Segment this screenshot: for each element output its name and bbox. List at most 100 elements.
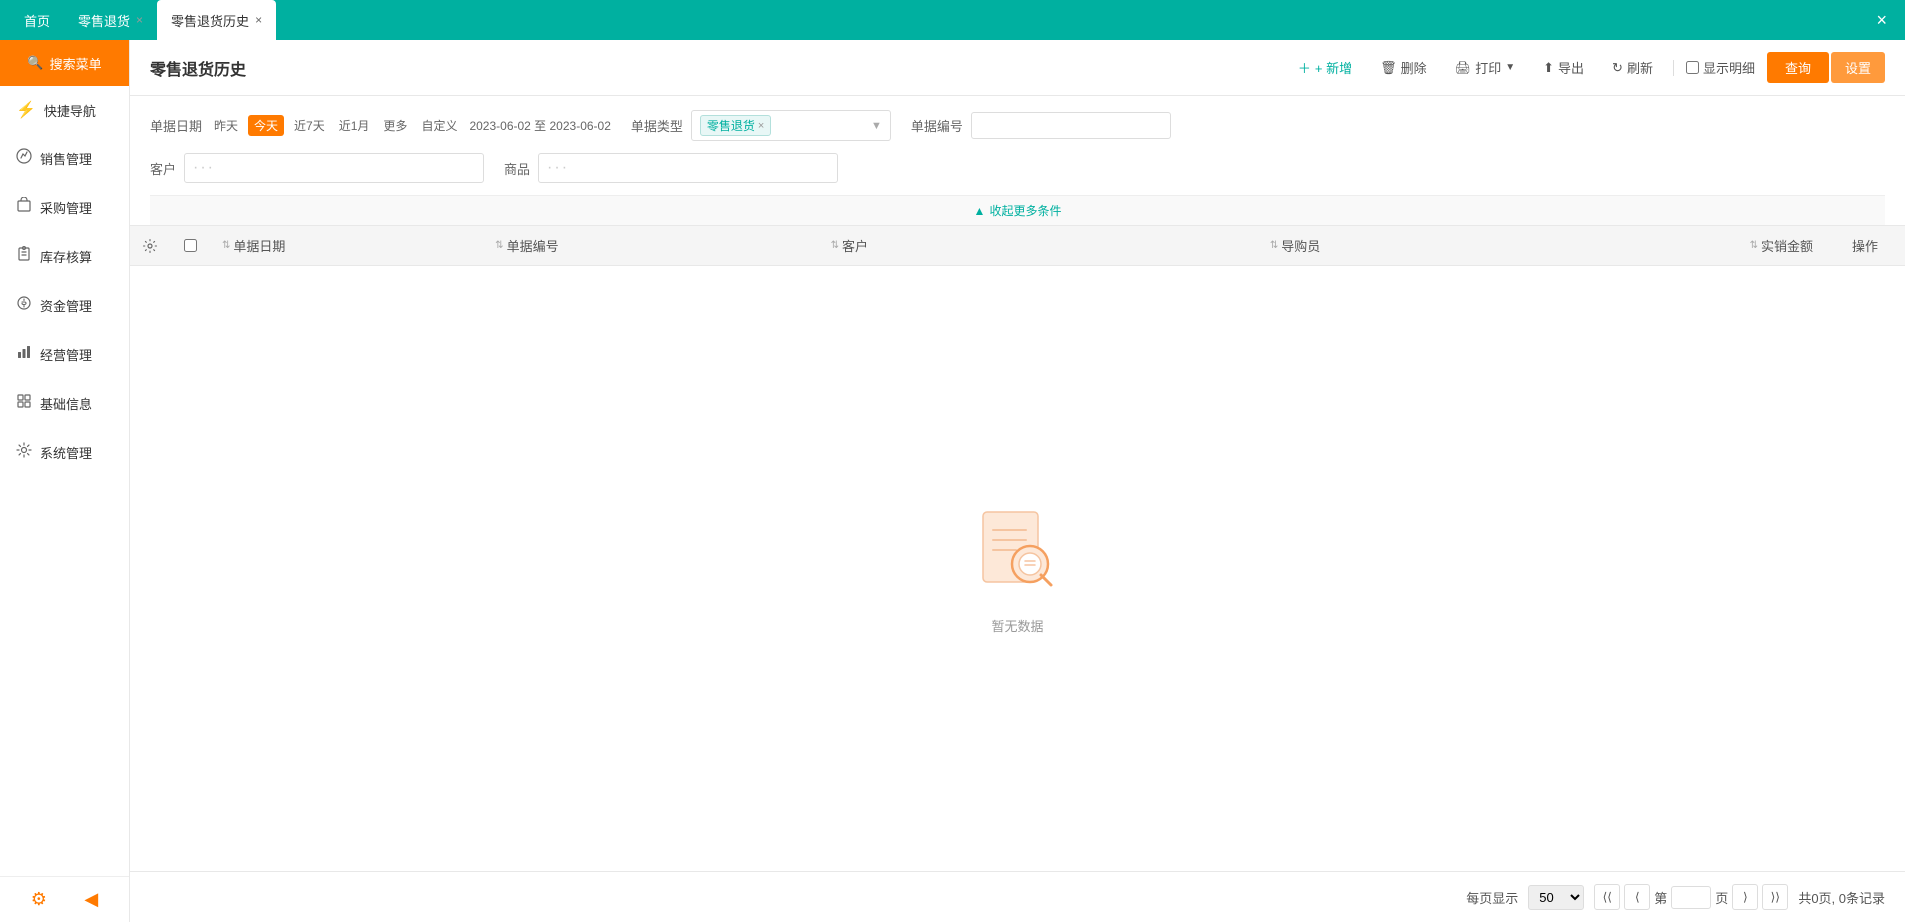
sidebar-item-finance-label: 资金管理 bbox=[40, 296, 92, 315]
sidebar-item-inventory[interactable]: 库存核算 bbox=[0, 232, 129, 281]
sidebar-item-finance-mgmt[interactable]: 资金管理 bbox=[0, 281, 129, 330]
sidebar-item-purchase-mgmt[interactable]: 采购管理 bbox=[0, 183, 129, 232]
filter-goods-input[interactable]: ··· bbox=[538, 153, 838, 183]
empty-illustration bbox=[968, 502, 1068, 602]
sort-amount-icon: ⇅ bbox=[1750, 240, 1758, 251]
sys-icon bbox=[16, 442, 32, 463]
print-chevron-icon: ▼ bbox=[1505, 62, 1515, 73]
th-amount-label: 实销金额 bbox=[1761, 236, 1813, 255]
query-button[interactable]: 查询 bbox=[1767, 52, 1829, 83]
filter-customer-label: 客户 bbox=[150, 159, 176, 178]
show-detail-checkbox-label[interactable]: 显示明细 bbox=[1686, 58, 1755, 77]
refresh-button-label: 刷新 bbox=[1627, 58, 1653, 77]
basic-info-icon bbox=[16, 393, 32, 414]
date-option-more[interactable]: 更多 bbox=[379, 115, 411, 136]
filter-customer-item: 客户 ··· bbox=[150, 153, 484, 183]
new-button[interactable]: ＋ + 新增 bbox=[1290, 54, 1360, 81]
table-settings-icon[interactable] bbox=[142, 238, 158, 254]
collapse-bar[interactable]: ▲ 收起更多条件 bbox=[150, 195, 1885, 225]
show-detail-checkbox[interactable] bbox=[1686, 61, 1699, 74]
settings-bottom-icon[interactable]: ⚙ bbox=[31, 889, 47, 910]
export-button[interactable]: ⬆ 导出 bbox=[1535, 54, 1592, 81]
sort-customer-icon: ⇅ bbox=[831, 240, 839, 251]
filter-type-tag-close[interactable]: × bbox=[758, 120, 764, 132]
th-settings[interactable] bbox=[130, 228, 170, 264]
th-code-label: 单据编号 bbox=[507, 236, 559, 255]
select-all-checkbox[interactable] bbox=[184, 239, 197, 252]
filter-type-label: 单据类型 bbox=[631, 116, 683, 135]
purchase-icon bbox=[16, 197, 32, 218]
delete-button-label: 删除 bbox=[1401, 58, 1427, 77]
prev-page-button[interactable]: ⟨ bbox=[1624, 884, 1650, 910]
sidebar-item-quick-nav-label: 快捷导航 bbox=[44, 101, 96, 120]
sidebar-item-biz-mgmt[interactable]: 经营管理 bbox=[0, 330, 129, 379]
filter-type-select[interactable]: 零售退货 × ▼ bbox=[691, 110, 891, 141]
setting-button[interactable]: 设置 bbox=[1831, 52, 1885, 83]
sidebar-item-quick-nav[interactable]: ⚡ 快捷导航 bbox=[0, 86, 129, 134]
tab-retail-return-history[interactable]: 零售退货历史 × bbox=[157, 0, 276, 40]
search-icon: 🔍 bbox=[27, 55, 43, 71]
tab-retail-return-history-label: 零售退货历史 bbox=[171, 11, 249, 30]
filter-type-item: 单据类型 零售退货 × ▼ bbox=[631, 110, 891, 141]
sidebar-item-basic-info[interactable]: 基础信息 bbox=[0, 379, 129, 428]
th-customer[interactable]: ⇅ 客户 bbox=[819, 226, 1258, 265]
collapse-sidebar-icon[interactable]: ◀ bbox=[84, 889, 98, 910]
page-label: 第 bbox=[1654, 888, 1667, 907]
filter-number-label: 单据编号 bbox=[911, 116, 963, 135]
date-option-custom[interactable]: 自定义 bbox=[417, 115, 461, 136]
new-button-label: + 新增 bbox=[1315, 58, 1352, 77]
sidebar-item-sys-label: 系统管理 bbox=[40, 443, 92, 462]
th-actions-label: 操作 bbox=[1852, 236, 1878, 255]
delete-button[interactable]: 🗑 删除 bbox=[1372, 54, 1435, 81]
date-option-1month[interactable]: 近1月 bbox=[335, 115, 374, 136]
print-button[interactable]: 🖨 打印 ▼ bbox=[1447, 54, 1523, 81]
tab-home[interactable]: 首页 bbox=[10, 0, 64, 40]
filter-date-range: 2023-06-02 至 2023-06-02 bbox=[469, 117, 610, 134]
sidebar-search-button[interactable]: 🔍 搜索菜单 bbox=[0, 40, 129, 86]
date-option-today[interactable]: 今天 bbox=[248, 115, 284, 136]
show-detail-label: 显示明细 bbox=[1703, 58, 1755, 77]
toolbar-right: 查询 设置 bbox=[1767, 52, 1885, 83]
page-title: 零售退货历史 bbox=[150, 56, 246, 80]
sort-guide-icon: ⇅ bbox=[1270, 240, 1278, 251]
date-option-yesterday[interactable]: 昨天 bbox=[210, 115, 242, 136]
next-page-button[interactable]: ⟩ bbox=[1732, 884, 1758, 910]
tab-retail-return-close[interactable]: × bbox=[136, 13, 143, 27]
pagination: 每页显示 50 20 100 200 ⟨⟨ ⟨ 第 1 页 ⟩ ⟩⟩ 共0页, … bbox=[130, 871, 1905, 922]
tab-retail-return-history-close[interactable]: × bbox=[255, 13, 262, 27]
th-code[interactable]: ⇅ 单据编号 bbox=[483, 226, 818, 265]
page-number-input[interactable]: 1 bbox=[1671, 886, 1711, 909]
tab-retail-return[interactable]: 零售退货 × bbox=[64, 0, 157, 40]
pagination-nav: ⟨⟨ ⟨ 第 1 页 ⟩ ⟩⟩ bbox=[1594, 884, 1788, 910]
per-page-select[interactable]: 50 20 100 200 bbox=[1528, 885, 1584, 910]
sidebar-item-inventory-label: 库存核算 bbox=[40, 247, 92, 266]
sort-up-icon: ⇅ bbox=[222, 240, 230, 251]
sidebar-item-sys-mgmt[interactable]: 系统管理 bbox=[0, 428, 129, 477]
filter-row-1: 单据日期 昨天 今天 近7天 近1月 更多 自定义 2023-06-02 至 2… bbox=[150, 110, 1885, 141]
filter-goods-item: 商品 ··· bbox=[504, 153, 838, 183]
plus-icon: ＋ bbox=[1298, 58, 1311, 77]
filter-date-label: 单据日期 bbox=[150, 116, 202, 135]
th-amount[interactable]: ⇅ 实销金额 bbox=[1593, 226, 1825, 265]
th-checkbox[interactable] bbox=[170, 229, 210, 262]
main-content: 零售退货历史 ＋ + 新增 🗑 删除 🖨 打印 ▼ ⬆ 导出 bbox=[130, 40, 1905, 922]
filter-type-chevron-icon: ▼ bbox=[871, 120, 882, 132]
th-date[interactable]: ⇅ 单据日期 bbox=[210, 226, 483, 265]
th-guide[interactable]: ⇅ 导购员 bbox=[1258, 226, 1593, 265]
refresh-button[interactable]: ↻ 刷新 bbox=[1604, 54, 1661, 81]
first-page-button[interactable]: ⟨⟨ bbox=[1594, 884, 1620, 910]
last-page-button[interactable]: ⟩⟩ bbox=[1762, 884, 1788, 910]
page-header: 零售退货历史 ＋ + 新增 🗑 删除 🖨 打印 ▼ ⬆ 导出 bbox=[130, 40, 1905, 96]
sidebar-item-basic-label: 基础信息 bbox=[40, 394, 92, 413]
filter-date-options: 昨天 今天 近7天 近1月 更多 自定义 bbox=[210, 115, 461, 136]
filter-number-input[interactable] bbox=[971, 112, 1171, 139]
sort-code-icon: ⇅ bbox=[495, 240, 503, 251]
date-option-7days[interactable]: 近7天 bbox=[290, 115, 329, 136]
sidebar-search-label: 搜索菜单 bbox=[50, 54, 102, 73]
sidebar-item-sales-mgmt[interactable]: 销售管理 bbox=[0, 134, 129, 183]
window-close-button[interactable]: × bbox=[1868, 10, 1895, 31]
finance-icon bbox=[16, 295, 32, 316]
filter-customer-input[interactable]: ··· bbox=[184, 153, 484, 183]
filter-number-item: 单据编号 bbox=[911, 112, 1171, 139]
refresh-icon: ↻ bbox=[1612, 60, 1623, 76]
